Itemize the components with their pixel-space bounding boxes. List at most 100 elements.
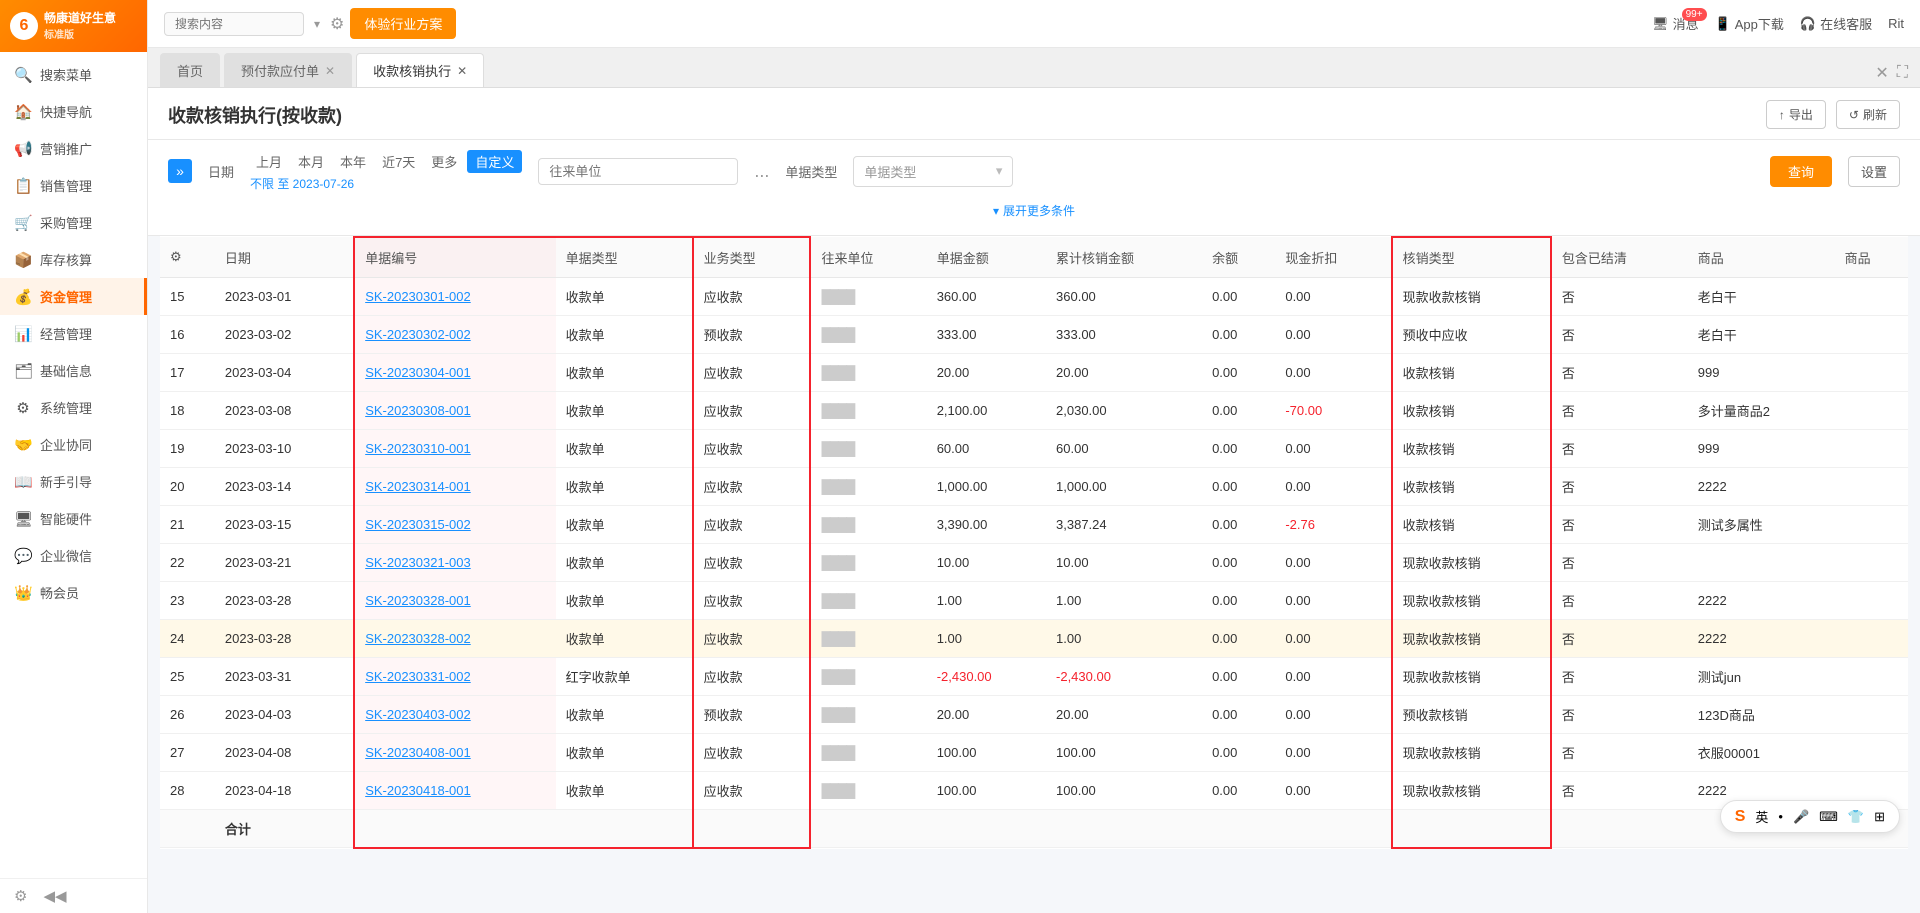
app-download-btn[interactable]: 📱 App下载 xyxy=(1715,14,1784,33)
table-row: 272023-04-08SK-20230408-001收款单应收款████100… xyxy=(160,734,1908,772)
sidebar-item-member[interactable]: 👑 畅会员 xyxy=(0,574,147,611)
receipt-sn-link[interactable]: SK-20230302-002 xyxy=(365,327,471,342)
receipt-sn-link[interactable]: SK-20230418-001 xyxy=(365,783,471,798)
topbar-dropdown-btn[interactable]: ▾ xyxy=(310,17,324,31)
table-cell: 15 xyxy=(160,278,215,316)
messages-btn[interactable]: 🖥 消息 99+ xyxy=(1652,14,1699,33)
col-cum-cancel: 累计核销金额 xyxy=(1046,237,1202,278)
receipt-sn-link[interactable]: SK-20230301-002 xyxy=(365,289,471,304)
topbar-search-input[interactable] xyxy=(164,12,304,36)
date-label: 日期 xyxy=(208,162,234,181)
table-cell: 123D商品 xyxy=(1688,696,1835,734)
tab-prepay[interactable]: 预付款应付单 ✕ xyxy=(224,53,352,87)
export-btn[interactable]: ↑ 导出 xyxy=(1766,100,1826,129)
sidebar-item-collab[interactable]: 🤝 企业协同 xyxy=(0,426,147,463)
receipt-sn-link[interactable]: SK-20230331-002 xyxy=(365,669,471,684)
shirt-icon[interactable]: 👕 xyxy=(1848,809,1864,825)
collapse-icon[interactable]: ◀◀ xyxy=(43,887,66,905)
sidebar-item-guide[interactable]: 📖 新手引导 xyxy=(0,463,147,500)
sidebar-item-inventory[interactable]: 📦 库存核算 xyxy=(0,241,147,278)
industry-btn[interactable]: 体验行业方案 xyxy=(350,8,456,39)
receipt-sn-link[interactable]: SK-20230310-001 xyxy=(365,441,471,456)
tab-close-icon[interactable]: ✕ xyxy=(457,64,467,78)
table-cell: 333.00 xyxy=(1046,316,1202,354)
sidebar-item-purchase[interactable]: 🛒 采购管理 xyxy=(0,204,147,241)
messages-badge: 99+ xyxy=(1682,8,1707,21)
tab-home[interactable]: 首页 xyxy=(160,53,220,87)
table-cell: -2,430.00 xyxy=(927,658,1046,696)
table-cell: 0.00 xyxy=(1275,772,1391,810)
search-icon: 🔍 xyxy=(14,66,32,84)
sidebar-item-marketing[interactable]: 📢 营销推广 xyxy=(0,130,147,167)
sidebar-item-quick[interactable]: 🏠 快捷导航 xyxy=(0,93,147,130)
table-cell: 老白干 xyxy=(1688,316,1835,354)
table-cell: 现款收款核销 xyxy=(1392,582,1551,620)
tab-label: 预付款应付单 xyxy=(241,61,319,80)
receipt-sn-link[interactable]: SK-20230403-002 xyxy=(365,707,471,722)
table-cell: ████ xyxy=(810,696,926,734)
table-cell: 否 xyxy=(1551,696,1688,734)
receipt-sn-link[interactable]: SK-20230304-001 xyxy=(365,365,471,380)
table-cell: SK-20230310-001 xyxy=(354,430,555,468)
online-service-btn[interactable]: 🎧 在线客服 xyxy=(1800,14,1872,33)
tab-close-icon[interactable]: ✕ xyxy=(325,64,335,78)
receipt-type-select[interactable]: 单据类型 ▾ xyxy=(853,156,1013,187)
table-cell: SK-20230418-001 xyxy=(354,772,555,810)
sidebar-item-finance[interactable]: 💰 资金管理 xyxy=(0,278,147,315)
counterpart-input[interactable] xyxy=(538,158,738,185)
table-cell: 预收款核销 xyxy=(1392,696,1551,734)
sidebar-item-search[interactable]: 🔍 搜索菜单 xyxy=(0,56,147,93)
headset-icon: 🎧 xyxy=(1800,16,1816,32)
table-cell: 2023-04-18 xyxy=(215,772,354,810)
sidebar-item-operations[interactable]: 📊 经营管理 xyxy=(0,315,147,352)
refresh-btn[interactable]: ↺ 刷新 xyxy=(1836,100,1900,129)
receipt-sn-link[interactable]: SK-20230328-001 xyxy=(365,593,471,608)
receipt-sn-link[interactable]: SK-20230408-001 xyxy=(365,745,471,760)
settings-icon[interactable]: ⚙ xyxy=(14,887,27,905)
table-cell: 2222 xyxy=(1688,620,1835,658)
sidebar-item-hardware[interactable]: 🖥 智能硬件 xyxy=(0,500,147,537)
this-month-btn[interactable]: 本月 xyxy=(292,150,330,173)
table-cell: 现款收款核销 xyxy=(1392,658,1551,696)
receipt-sn-link[interactable]: SK-20230328-002 xyxy=(365,631,471,646)
table-cell: 1,000.00 xyxy=(927,468,1046,506)
mic-icon[interactable]: 🎤 xyxy=(1793,809,1809,825)
grid-icon[interactable]: ⊞ xyxy=(1874,809,1885,825)
table-cell: 现款收款核销 xyxy=(1392,734,1551,772)
receipt-sn-link[interactable]: SK-20230321-003 xyxy=(365,555,471,570)
last-7days-btn[interactable]: 近7天 xyxy=(376,150,421,173)
more-date-btn[interactable]: 更多 xyxy=(425,150,463,173)
filter-dots[interactable]: ... xyxy=(754,161,769,182)
table-cell: 28 xyxy=(160,772,215,810)
sidebar-item-weixin[interactable]: 💬 企业微信 xyxy=(0,537,147,574)
user-avatar[interactable]: Rit xyxy=(1888,16,1904,31)
receipt-sn-link[interactable]: SK-20230314-001 xyxy=(365,479,471,494)
basic-icon: 🗂 xyxy=(14,362,32,380)
col-date: 日期 xyxy=(215,237,354,278)
setting-btn[interactable]: 设置 xyxy=(1848,156,1900,187)
table-cell: 24 xyxy=(160,620,215,658)
this-year-btn[interactable]: 本年 xyxy=(334,150,372,173)
custom-date-btn[interactable]: 自定义 xyxy=(467,150,522,173)
table-cell: 收款单 xyxy=(556,354,693,392)
receipt-sn-link[interactable]: SK-20230308-001 xyxy=(365,403,471,418)
close-tab-icon[interactable]: ✕ xyxy=(1875,63,1888,83)
filter-toggle-btn[interactable]: » xyxy=(168,159,192,183)
maximize-icon[interactable]: ⛶ xyxy=(1897,64,1908,82)
keyboard-icon[interactable]: ⌨ xyxy=(1819,809,1838,825)
sidebar-item-basic[interactable]: 🗂 基础信息 xyxy=(0,352,147,389)
table-cell: SK-20230304-001 xyxy=(354,354,555,392)
sidebar-item-sales[interactable]: 📋 销售管理 xyxy=(0,167,147,204)
receipt-sn-link[interactable]: SK-20230315-002 xyxy=(365,517,471,532)
ime-en-icon[interactable]: 英 xyxy=(1755,807,1768,826)
tab-receipt-cancel[interactable]: 收款核销执行 ✕ xyxy=(356,53,484,87)
table-cell: SK-20230308-001 xyxy=(354,392,555,430)
query-btn[interactable]: 查询 xyxy=(1770,156,1832,187)
sidebar-item-system[interactable]: ⚙ 系统管理 xyxy=(0,389,147,426)
table-cell: 0.00 xyxy=(1275,696,1391,734)
table-cell: 收款核销 xyxy=(1392,506,1551,544)
expand-more-btn[interactable]: ▾ 展开更多条件 xyxy=(168,196,1900,225)
table-cell: 20.00 xyxy=(927,354,1046,392)
gear-icon[interactable]: ⚙ xyxy=(330,14,344,34)
last-month-btn[interactable]: 上月 xyxy=(250,150,288,173)
